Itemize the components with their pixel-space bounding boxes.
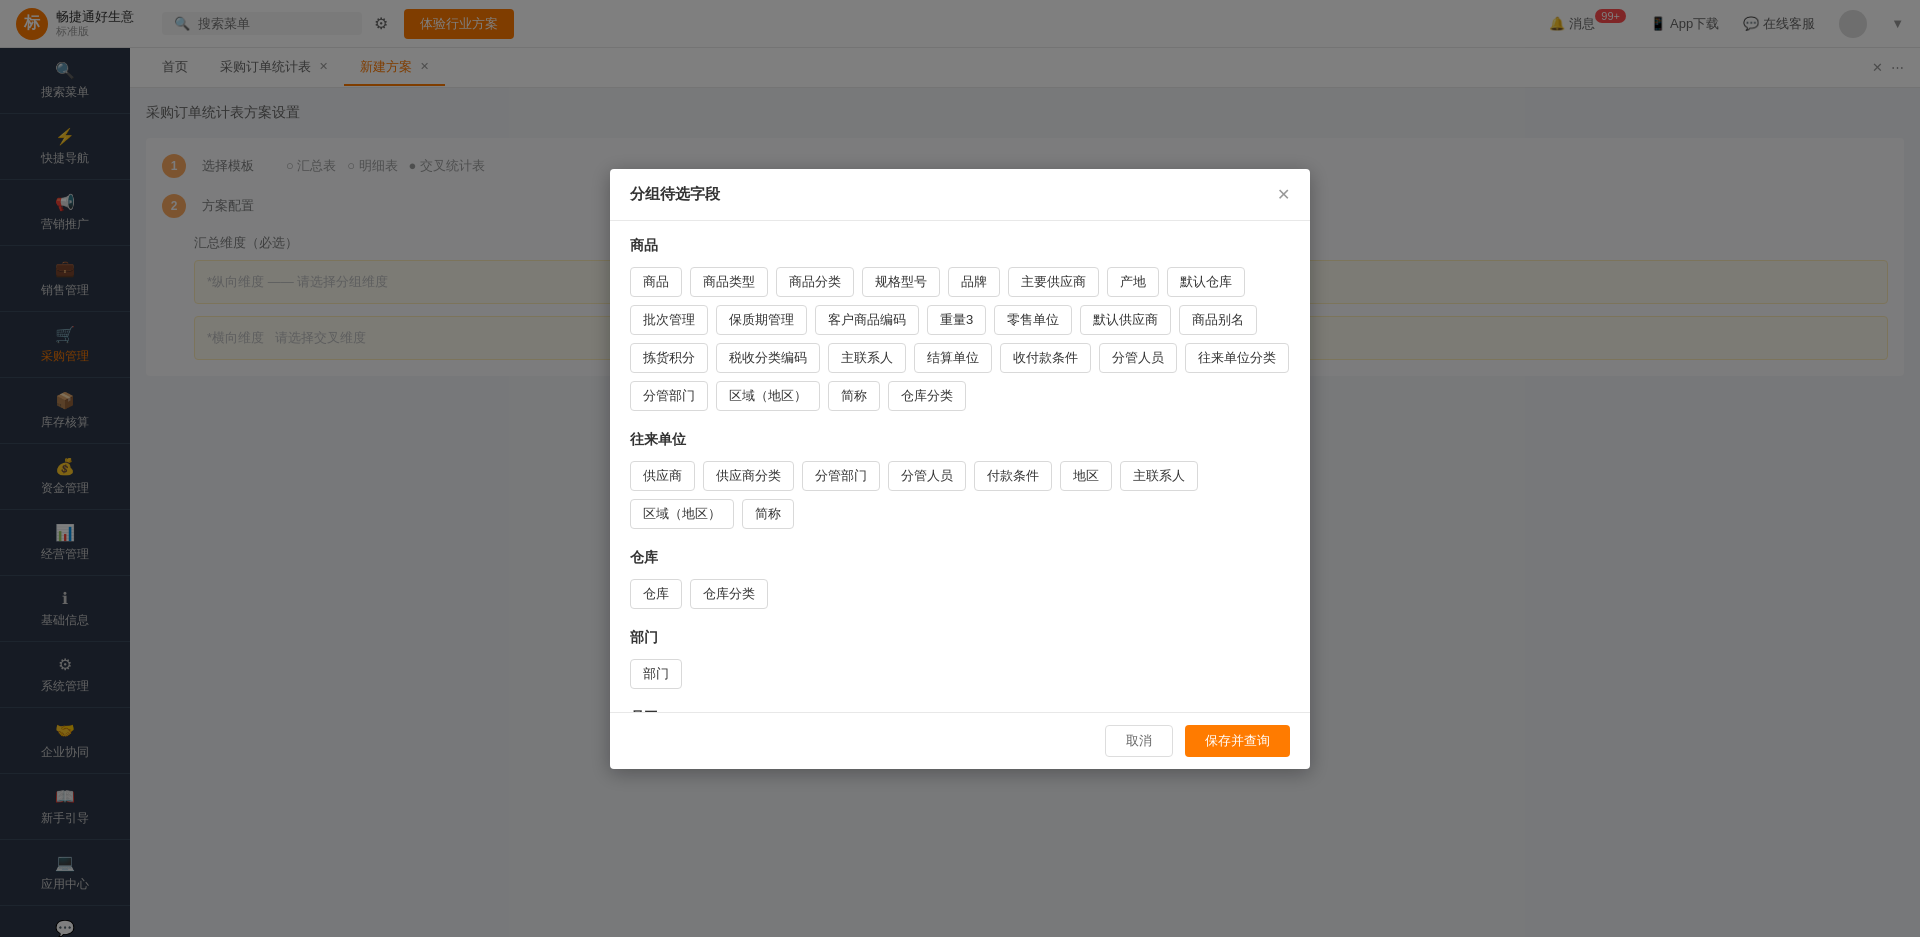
field-tag-0-4[interactable]: 品牌: [948, 267, 1000, 297]
field-section-3: 部门部门: [630, 629, 1290, 689]
section-title-0: 商品: [630, 237, 1290, 255]
field-tag-0-13[interactable]: 默认供应商: [1080, 305, 1171, 335]
field-tag-0-22[interactable]: 分管部门: [630, 381, 708, 411]
field-tag-0-11[interactable]: 重量3: [927, 305, 986, 335]
field-tag-0-9[interactable]: 保质期管理: [716, 305, 807, 335]
field-tag-0-0[interactable]: 商品: [630, 267, 682, 297]
field-tag-0-15[interactable]: 拣货积分: [630, 343, 708, 373]
field-tag-0-8[interactable]: 批次管理: [630, 305, 708, 335]
modal-title: 分组待选字段: [630, 185, 720, 204]
field-tag-0-17[interactable]: 主联系人: [828, 343, 906, 373]
field-tag-1-3[interactable]: 分管人员: [888, 461, 966, 491]
field-tags-1: 供应商供应商分类分管部门分管人员付款条件地区主联系人区域（地区） 简称: [630, 461, 1290, 529]
field-tag-0-2[interactable]: 商品分类: [776, 267, 854, 297]
field-tag-0-1[interactable]: 商品类型: [690, 267, 768, 297]
field-tag-0-20[interactable]: 分管人员: [1099, 343, 1177, 373]
field-tag-0-23[interactable]: 区域（地区）: [716, 381, 820, 411]
field-tag-2-0[interactable]: 仓库: [630, 579, 682, 609]
field-section-1: 往来单位供应商供应商分类分管部门分管人员付款条件地区主联系人区域（地区） 简称: [630, 431, 1290, 529]
field-tag-1-4[interactable]: 付款条件: [974, 461, 1052, 491]
modal-footer: 取消 保存并查询: [610, 712, 1310, 769]
field-tag-0-12[interactable]: 零售单位: [994, 305, 1072, 335]
field-tag-1-7[interactable]: 区域（地区）: [630, 499, 734, 529]
cancel-button[interactable]: 取消: [1105, 725, 1173, 757]
modal-overlay: 分组待选字段 ✕ 商品商品商品类型商品分类规格型号品牌主要供应商产地默认仓库批次…: [0, 0, 1920, 937]
field-tag-1-2[interactable]: 分管部门: [802, 461, 880, 491]
field-tag-1-8[interactable]: 简称: [742, 499, 794, 529]
save-button[interactable]: 保存并查询: [1185, 725, 1290, 757]
field-tag-0-21[interactable]: 往来单位分类: [1185, 343, 1289, 373]
section-title-2: 仓库: [630, 549, 1290, 567]
field-tag-1-5[interactable]: 地区: [1060, 461, 1112, 491]
field-tag-0-24[interactable]: 简称: [828, 381, 880, 411]
field-tag-0-16[interactable]: 税收分类编码: [716, 343, 820, 373]
field-tag-0-14[interactable]: 商品别名: [1179, 305, 1257, 335]
field-tag-0-6[interactable]: 产地: [1107, 267, 1159, 297]
section-title-3: 部门: [630, 629, 1290, 647]
field-tag-0-3[interactable]: 规格型号: [862, 267, 940, 297]
field-tag-0-25[interactable]: 仓库分类: [888, 381, 966, 411]
modal-body: 商品商品商品类型商品分类规格型号品牌主要供应商产地默认仓库批次管理保质期管理客户…: [610, 221, 1310, 712]
field-tags-2: 仓库仓库分类: [630, 579, 1290, 609]
modal-close-button[interactable]: ✕: [1277, 185, 1290, 204]
field-tag-0-5[interactable]: 主要供应商: [1008, 267, 1099, 297]
field-tag-1-1[interactable]: 供应商分类: [703, 461, 794, 491]
field-tags-3: 部门: [630, 659, 1290, 689]
field-tag-1-6[interactable]: 主联系人: [1120, 461, 1198, 491]
field-tag-1-0[interactable]: 供应商: [630, 461, 695, 491]
field-tag-0-19[interactable]: 收付款条件: [1000, 343, 1091, 373]
section-title-1: 往来单位: [630, 431, 1290, 449]
field-tag-0-10[interactable]: 客户商品编码: [815, 305, 919, 335]
modal-dialog: 分组待选字段 ✕ 商品商品商品类型商品分类规格型号品牌主要供应商产地默认仓库批次…: [610, 169, 1310, 769]
field-section-0: 商品商品商品类型商品分类规格型号品牌主要供应商产地默认仓库批次管理保质期管理客户…: [630, 237, 1290, 411]
modal-header: 分组待选字段 ✕: [610, 169, 1310, 221]
field-tags-0: 商品商品类型商品分类规格型号品牌主要供应商产地默认仓库批次管理保质期管理客户商品…: [630, 267, 1290, 411]
field-tag-0-18[interactable]: 结算单位: [914, 343, 992, 373]
field-tag-2-1[interactable]: 仓库分类: [690, 579, 768, 609]
field-section-2: 仓库仓库仓库分类: [630, 549, 1290, 609]
field-tag-0-7[interactable]: 默认仓库: [1167, 267, 1245, 297]
field-tag-3-0[interactable]: 部门: [630, 659, 682, 689]
